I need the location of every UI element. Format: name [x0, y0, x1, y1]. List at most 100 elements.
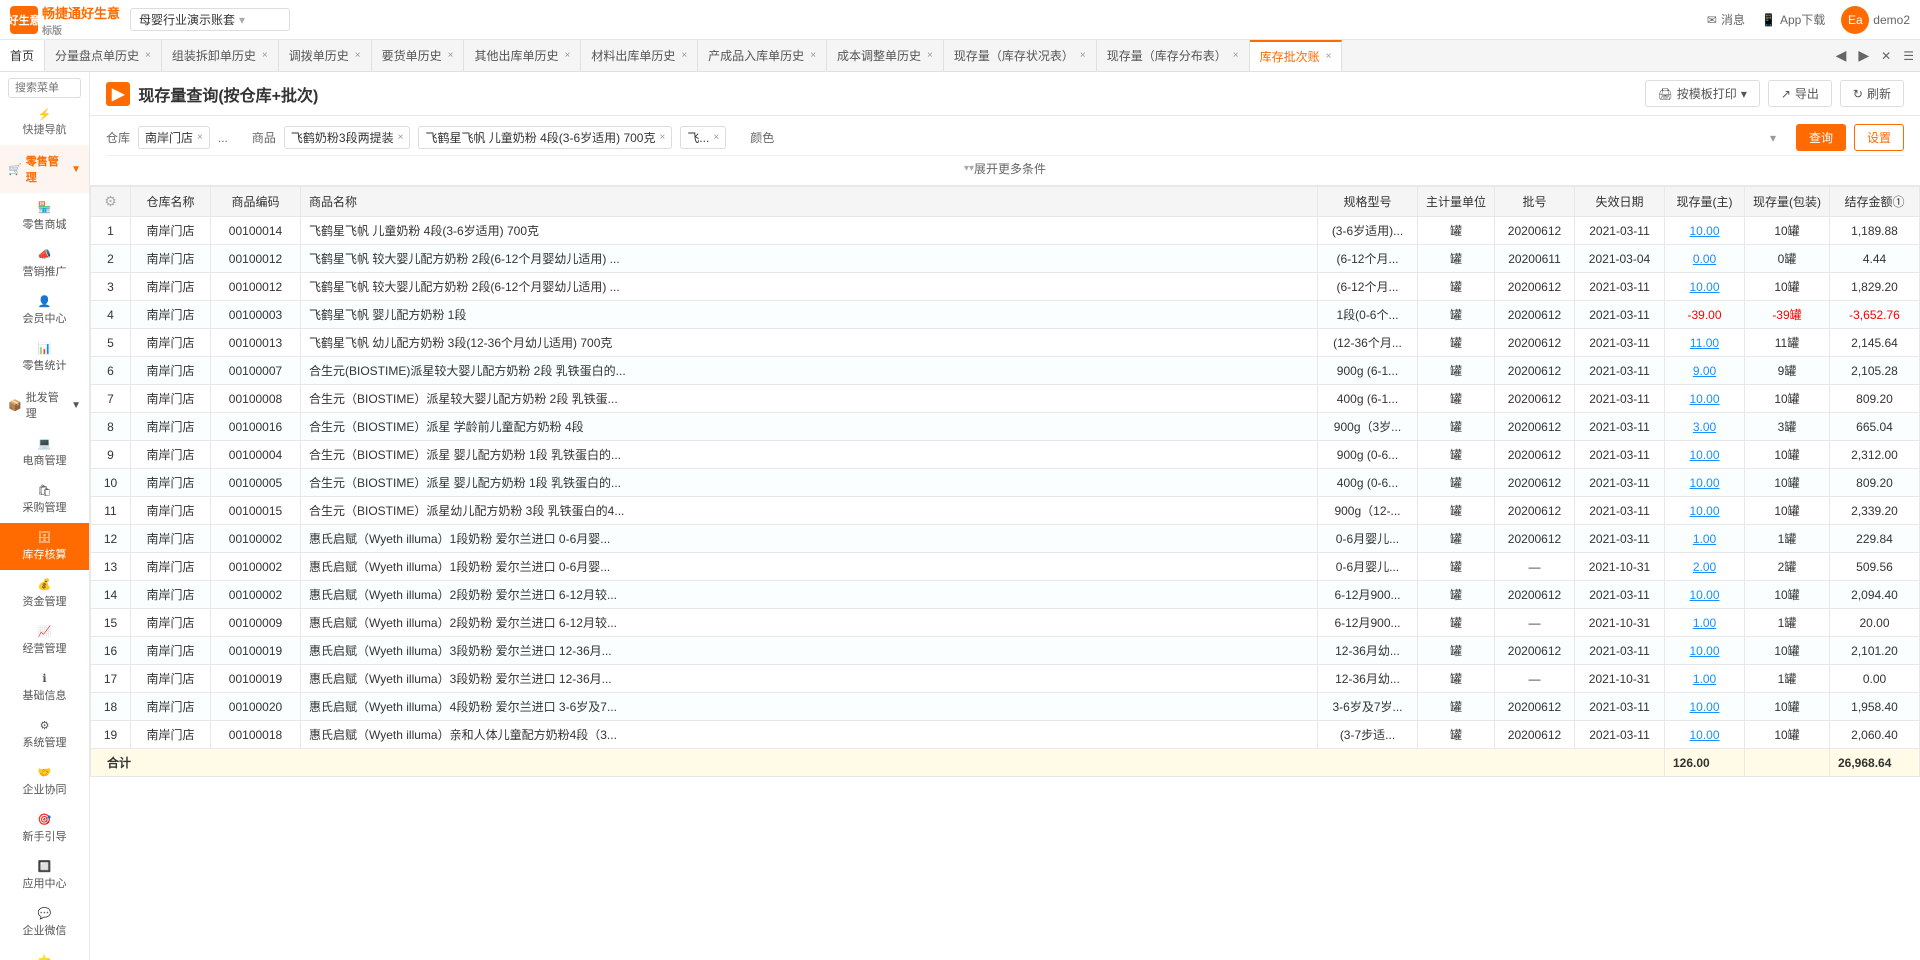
sidebar-item-wholesale[interactable]: 📦 批发管理 ▼	[0, 381, 89, 429]
sidebar-item-inventory[interactable]: 🗄 库存核算	[0, 523, 89, 570]
product-filter-tag-1[interactable]: 飞鹤奶粉3段两提装 ×	[284, 126, 411, 149]
cell-qty[interactable]: 2.00	[1665, 553, 1745, 581]
app-download-button[interactable]: 📱 App下载	[1761, 11, 1825, 28]
cell-spec: (12-36个月...	[1317, 329, 1417, 357]
sidebar-item-enterprise-wechat[interactable]: 💬 企业微信	[0, 899, 89, 946]
cell-qty[interactable]: 10.00	[1665, 469, 1745, 497]
user-profile[interactable]: Ea demo2	[1841, 6, 1910, 34]
table-row: 19 南岸门店 00100018 惠氏启赋（Wyeth illuma）亲和人体儿…	[91, 721, 1920, 749]
footer-total-qty: 126.00	[1665, 749, 1745, 777]
color-expand-button[interactable]: ▾	[1758, 127, 1788, 149]
sidebar-item-retail-mall[interactable]: 🏪 零售商城	[0, 193, 89, 240]
tab-xiancunliang-fenbiao[interactable]: 现存量（库存分布表） ×	[1097, 40, 1250, 72]
sidebar-item-basics[interactable]: ℹ 基础信息	[0, 664, 89, 711]
tab-xiancunliang-zhuangkuang[interactable]: 现存量（库存状况表） ×	[944, 40, 1097, 72]
sidebar-item-vip[interactable]: ⭐ 畅会员	[0, 946, 89, 960]
cell-qty[interactable]: 10.00	[1665, 217, 1745, 245]
tab-close-all-button[interactable]: ✕	[1875, 49, 1897, 63]
tab-diaobodanhis[interactable]: 调拨单历史 ×	[279, 40, 372, 72]
close-icon[interactable]: ×	[927, 50, 933, 61]
close-icon[interactable]: ×	[1080, 50, 1086, 61]
sidebar-item-appcenter[interactable]: 🔲 应用中心	[0, 852, 89, 899]
cell-spec: 400g (0-6...	[1317, 469, 1417, 497]
col-code: 商品编码	[211, 187, 301, 217]
tab-fenliangpandian[interactable]: 分量盘点单历史 ×	[45, 40, 162, 72]
cell-qty[interactable]: 10.00	[1665, 693, 1745, 721]
cell-qty[interactable]: 3.00	[1665, 413, 1745, 441]
cell-qty[interactable]: 10.00	[1665, 273, 1745, 301]
sidebar-item-purchase[interactable]: 🛍 采购管理	[0, 476, 89, 523]
tab-kucunpicizhangs[interactable]: 库存批次账 ×	[1250, 40, 1343, 72]
cell-qty[interactable]: 10.00	[1665, 581, 1745, 609]
cell-qty[interactable]: 10.00	[1665, 497, 1745, 525]
tab-zuzhuangchexiao[interactable]: 组装拆卸单历史 ×	[162, 40, 279, 72]
sidebar-item-finance[interactable]: 💰 资金管理	[0, 570, 89, 617]
cell-qty[interactable]: 0.00	[1665, 245, 1745, 273]
sidebar-item-quicknav[interactable]: ⚡ 快捷导航	[0, 104, 89, 141]
sidebar-item-member[interactable]: 👤 会员中心	[0, 287, 89, 334]
export-button[interactable]: ↗ 导出	[1768, 80, 1832, 107]
close-icon[interactable]: ×	[355, 50, 361, 61]
cell-qty[interactable]: 10.00	[1665, 721, 1745, 749]
cell-qty[interactable]: 10.00	[1665, 637, 1745, 665]
tab-prev-arrow[interactable]: ◀	[1830, 47, 1853, 64]
expand-more-label[interactable]: 展开更多条件	[974, 160, 1046, 177]
tab-menu-icon[interactable]: ☰	[1897, 49, 1920, 63]
cell-qty[interactable]: 1.00	[1665, 665, 1745, 693]
cell-qty[interactable]: 9.00	[1665, 357, 1745, 385]
close-icon[interactable]: ×	[448, 50, 454, 61]
sidebar-item-system[interactable]: ⚙ 系统管理	[0, 711, 89, 758]
search-input[interactable]	[8, 78, 81, 98]
tab-next-arrow[interactable]: ▶	[1852, 47, 1875, 64]
product-filter-tag-2[interactable]: 飞鹤星飞帆 儿童奶粉 4段(3-6岁适用) 700克 ×	[418, 126, 672, 149]
search-button[interactable]: 查询	[1796, 124, 1846, 151]
cell-qty[interactable]: 10.00	[1665, 441, 1745, 469]
close-icon[interactable]: ×	[145, 50, 151, 61]
close-icon[interactable]: ×	[262, 50, 268, 61]
sidebar-item-guide[interactable]: 🎯 新手引导	[0, 805, 89, 852]
close-icon[interactable]: ×	[197, 132, 203, 143]
sidebar-item-ecommerce[interactable]: 💻 电商管理	[0, 429, 89, 476]
sidebar-item-retail-mgmt[interactable]: 🛒 零售管理 ▼	[0, 145, 89, 193]
messages-button[interactable]: ✉ 消息	[1707, 11, 1745, 28]
close-icon[interactable]: ×	[713, 132, 719, 143]
tab-home[interactable]: 首页	[0, 40, 45, 72]
sidebar-item-retail-stats[interactable]: 📊 零售统计	[0, 334, 89, 381]
table-row: 16 南岸门店 00100019 惠氏启赋（Wyeth illuma）3段奶粉 …	[91, 637, 1920, 665]
cell-qty[interactable]: 11.00	[1665, 329, 1745, 357]
cell-qty[interactable]: 1.00	[1665, 609, 1745, 637]
close-icon[interactable]: ×	[659, 132, 665, 143]
warehouse-filter-tag[interactable]: 南岸门店 ×	[138, 126, 210, 149]
sidebar-item-collaboration[interactable]: 🤝 企业协同	[0, 758, 89, 805]
warehouse-selector[interactable]: 母婴行业演示账套 ▾	[130, 8, 290, 31]
tab-yaohuo[interactable]: 要货单历史 ×	[372, 40, 465, 72]
close-icon[interactable]: ×	[1326, 51, 1332, 62]
close-icon[interactable]: ×	[564, 50, 570, 61]
sidebar-item-marketing[interactable]: 📣 营销推广	[0, 240, 89, 287]
tab-cailiaochuku[interactable]: 材料出库单历史 ×	[581, 40, 698, 72]
cell-code: 00100004	[211, 441, 301, 469]
close-icon[interactable]: ×	[810, 50, 816, 61]
tab-chenbendiaozheng[interactable]: 成本调整单历史 ×	[827, 40, 944, 72]
print-button[interactable]: 🖨 按模板打印 ▾	[1645, 80, 1760, 107]
cell-qty[interactable]: 10.00	[1665, 385, 1745, 413]
close-icon[interactable]: ×	[1233, 50, 1239, 61]
tab-qitachuku[interactable]: 其他出库单历史 ×	[464, 40, 581, 72]
settings-icon[interactable]: ⚙	[104, 193, 117, 209]
tab-chengpinruku[interactable]: 产成品入库单历史 ×	[698, 40, 827, 72]
sidebar-item-business[interactable]: 📈 经营管理	[0, 617, 89, 664]
refresh-button[interactable]: ↻ 刷新	[1840, 80, 1904, 107]
sidebar-label: 营销推广	[23, 263, 67, 279]
cell-amount: 1,958.40	[1830, 693, 1920, 721]
expand-sidebar-button[interactable]: ▶	[106, 82, 130, 106]
cell-no: 10	[91, 469, 131, 497]
close-icon[interactable]: ×	[681, 50, 687, 61]
col-settings[interactable]: ⚙	[91, 187, 131, 217]
cell-qty[interactable]: -39.00	[1665, 301, 1745, 329]
product-filter-tag-3[interactable]: 飞... ×	[680, 126, 726, 149]
settings-button[interactable]: 设置	[1854, 124, 1904, 151]
cell-no: 15	[91, 609, 131, 637]
close-icon[interactable]: ×	[398, 132, 404, 143]
warehouse-more[interactable]: ...	[218, 131, 228, 145]
cell-qty[interactable]: 1.00	[1665, 525, 1745, 553]
